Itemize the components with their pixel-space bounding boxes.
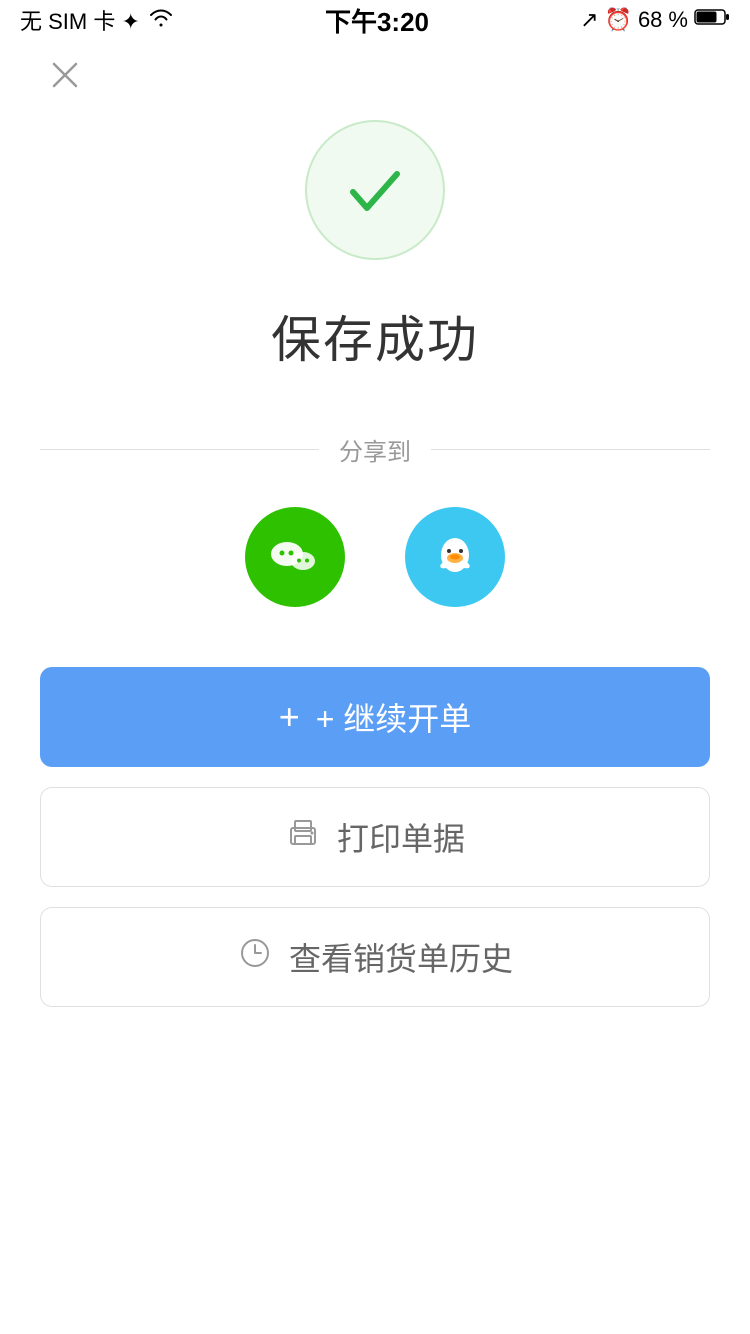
share-label: 分享到 bbox=[319, 432, 431, 467]
share-section: 分享到 bbox=[0, 432, 750, 607]
wifi-icon bbox=[148, 7, 174, 33]
status-left: 无 SIM 卡 ✦ bbox=[20, 4, 174, 36]
success-icon-circle bbox=[305, 120, 445, 260]
battery-icon bbox=[694, 7, 730, 33]
status-right: ↗ ⏰ 68 % bbox=[580, 7, 730, 33]
print-label: 打印单据 bbox=[337, 814, 465, 860]
status-bar: 无 SIM 卡 ✦ 下午3:20 ↗ ⏰ 68 % bbox=[0, 0, 750, 40]
print-button[interactable]: 打印单据 bbox=[40, 787, 710, 887]
history-label: 查看销货单历史 bbox=[289, 934, 513, 980]
alarm-icon: ⏰ bbox=[605, 7, 632, 33]
history-icon bbox=[237, 935, 273, 979]
main-content: 保存成功 分享到 bbox=[0, 40, 750, 1007]
battery-percent-sign: % bbox=[668, 7, 688, 33]
wechat-share-button[interactable] bbox=[245, 507, 345, 607]
print-icon bbox=[285, 815, 321, 859]
divider-line-left bbox=[40, 449, 319, 450]
location-icon: ↗ bbox=[580, 7, 598, 33]
plus-icon: + bbox=[279, 696, 300, 738]
qq-share-button[interactable] bbox=[405, 507, 505, 607]
continue-order-button[interactable]: + + 继续开单 bbox=[40, 667, 710, 767]
close-button[interactable] bbox=[40, 50, 90, 100]
divider-line-right bbox=[431, 449, 710, 450]
success-title: 保存成功 bbox=[271, 300, 479, 372]
share-divider: 分享到 bbox=[0, 432, 750, 467]
action-buttons: + + 继续开单 打印单据 查看销货单历 bbox=[0, 667, 750, 1007]
history-button[interactable]: 查看销货单历史 bbox=[40, 907, 710, 1007]
no-sim-label: 无 SIM 卡 ✦ bbox=[20, 4, 140, 36]
share-icons-row bbox=[245, 507, 505, 607]
status-time: 下午3:20 bbox=[325, 2, 429, 39]
battery-percent: 68 bbox=[638, 7, 662, 33]
continue-order-label: + 继续开单 bbox=[316, 694, 472, 740]
